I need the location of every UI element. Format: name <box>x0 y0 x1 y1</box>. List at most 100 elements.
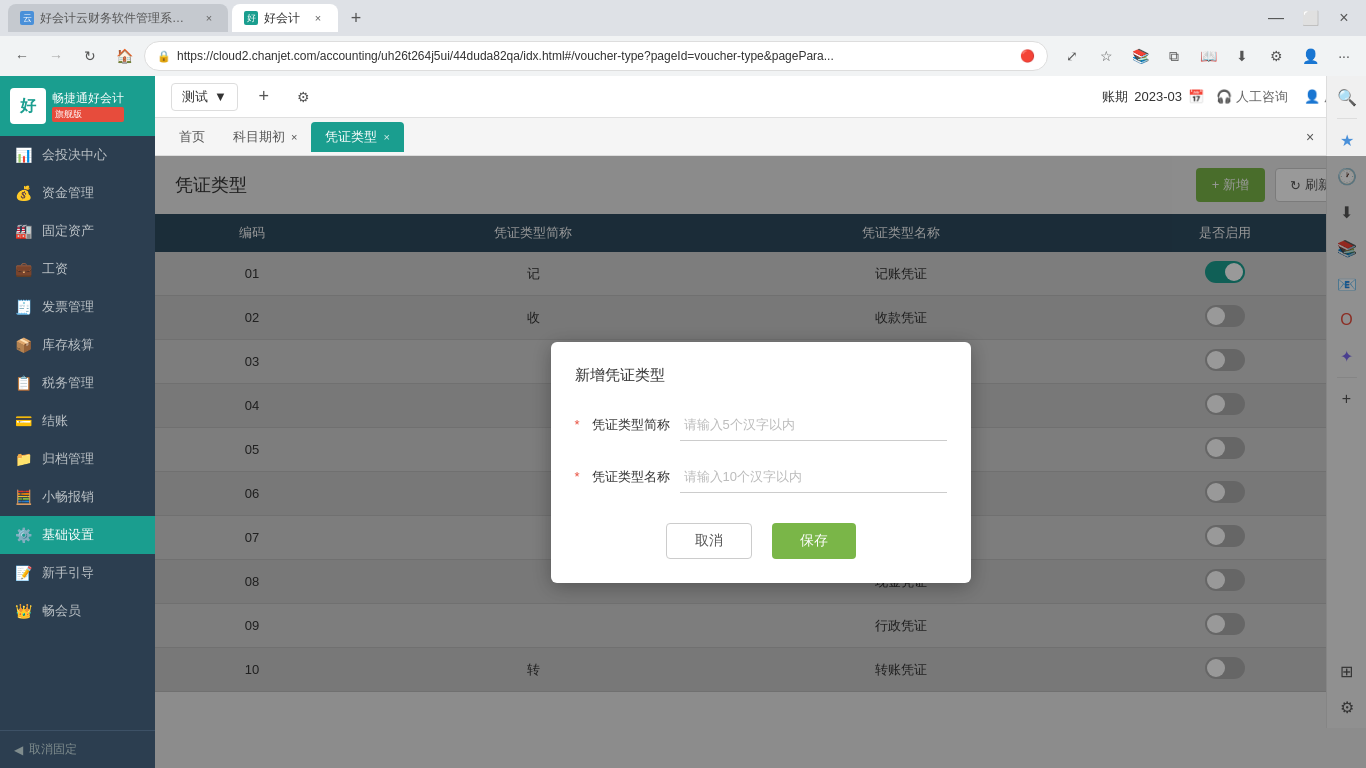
tab-subject[interactable]: 科目期初 × <box>219 122 311 152</box>
browser-controls: ← → ↻ 🏠 🔒 https://cloud2.chanjet.com/acc… <box>0 36 1366 76</box>
sidebar-item-dashboard[interactable]: 📊 会投决中心 <box>0 136 155 174</box>
collection-button[interactable]: 📚 <box>1126 42 1154 70</box>
forward-button[interactable]: → <box>42 42 70 70</box>
app-container: 好 畅捷通好会计 旗舰版 📊 会投决中心 💰 资金管理 🏭 固定资产 💼 工资 <box>0 76 1366 768</box>
tab-home-label: 首页 <box>179 128 205 146</box>
name-label: 凭证类型名称 <box>592 468 670 486</box>
headset-icon: 🎧 <box>1216 89 1232 104</box>
sidebar-item-member-label: 畅会员 <box>42 602 81 620</box>
main-content: 测试 ▼ + ⚙ 账期 2023-03 📅 🎧 人工咨询 👤 用友 <box>155 76 1366 768</box>
abbr-label: 凭证类型简称 <box>592 416 670 434</box>
tab1-close-icon[interactable]: × <box>202 10 216 26</box>
profile-button[interactable]: 👤 <box>1296 42 1324 70</box>
address-text: https://cloud2.chanjet.com/accounting/uh… <box>177 49 1014 63</box>
abbr-input[interactable] <box>680 409 947 441</box>
sidebar-item-payroll[interactable]: 💼 工资 <box>0 250 155 288</box>
panel-separator-1 <box>1337 118 1357 119</box>
tab-subject-label: 科目期初 <box>233 128 285 146</box>
new-voucher-type-dialog: 新增凭证类型 * 凭证类型简称 * 凭证类型名称 取消 保存 <box>551 342 971 583</box>
address-bar[interactable]: 🔒 https://cloud2.chanjet.com/accounting/… <box>144 41 1048 71</box>
tab-voucher-type[interactable]: 凭证类型 × <box>311 122 403 152</box>
sidebar-item-finance[interactable]: 💰 资金管理 <box>0 174 155 212</box>
read-view-button[interactable]: 📖 <box>1194 42 1222 70</box>
favorites-panel-icon[interactable]: ★ <box>1332 125 1362 155</box>
sidebar-item-finance-label: 资金管理 <box>42 184 94 202</box>
checkout-icon: 💳 <box>14 412 32 430</box>
finance-icon: 💰 <box>14 184 32 202</box>
tab-bar: 云 好会计云财务软件管理系统_会计 × 好 好会计 × + — ⬜ × <box>0 0 1366 36</box>
alert-icon: 🔴 <box>1020 49 1035 63</box>
logo-icon: 好 <box>10 88 46 124</box>
sidebar-item-checkout-label: 结账 <box>42 412 68 430</box>
sidebar-item-invoice[interactable]: 🧾 发票管理 <box>0 288 155 326</box>
sidebar-item-expense[interactable]: 🧮 小畅报销 <box>0 478 155 516</box>
inventory-icon: 📦 <box>14 336 32 354</box>
name-input[interactable] <box>680 461 947 493</box>
sidebar-item-checkout[interactable]: 💳 结账 <box>0 402 155 440</box>
invoice-icon: 🧾 <box>14 298 32 316</box>
sidebar-item-fixed-assets-label: 固定资产 <box>42 222 94 240</box>
settings-icon: ⚙️ <box>14 526 32 544</box>
sidebar-footer[interactable]: ◀ 取消固定 <box>0 730 155 768</box>
minimize-button[interactable]: — <box>1262 4 1290 32</box>
app-topbar: 测试 ▼ + ⚙ 账期 2023-03 📅 🎧 人工咨询 👤 用友 <box>155 76 1366 118</box>
sidebar-item-expense-label: 小畅报销 <box>42 488 94 506</box>
extensions-button[interactable]: ⤢ <box>1058 42 1086 70</box>
close-panel-button[interactable]: × <box>1296 123 1324 151</box>
sidebar-item-settings[interactable]: ⚙️ 基础设置 <box>0 516 155 554</box>
save-button[interactable]: 保存 <box>772 523 856 559</box>
dashboard-icon: 📊 <box>14 146 32 164</box>
dialog-overlay: 新增凭证类型 * 凭证类型简称 * 凭证类型名称 取消 保存 <box>155 156 1366 768</box>
period-label: 账期 <box>1102 88 1128 106</box>
archive-icon: 📁 <box>14 450 32 468</box>
consult-button[interactable]: 🎧 人工咨询 <box>1216 88 1288 106</box>
guide-icon: 📝 <box>14 564 32 582</box>
restore-button[interactable]: ⬜ <box>1296 4 1324 32</box>
favorites-button[interactable]: ☆ <box>1092 42 1120 70</box>
tab-home[interactable]: 首页 <box>165 122 219 152</box>
workspace-settings-button[interactable]: ⚙ <box>290 83 318 111</box>
sidebar-items: 📊 会投决中心 💰 资金管理 🏭 固定资产 💼 工资 🧾 发票管理 📦 <box>0 136 155 730</box>
new-tab-button[interactable]: + <box>342 4 370 32</box>
cancel-button[interactable]: 取消 <box>666 523 752 559</box>
tab-subject-close-icon[interactable]: × <box>291 131 297 143</box>
downloads-button[interactable]: ⬇ <box>1228 42 1256 70</box>
reload-button[interactable]: ↻ <box>76 42 104 70</box>
back-button[interactable]: ← <box>8 42 36 70</box>
workspace-selector[interactable]: 测试 ▼ <box>171 83 238 111</box>
sidebar-item-fixed-assets[interactable]: 🏭 固定资产 <box>0 212 155 250</box>
abbr-required-mark: * <box>575 417 580 432</box>
bing-search-icon[interactable]: 🔍 <box>1332 82 1362 112</box>
browser-tab-2[interactable]: 好 好会计 × <box>232 4 338 32</box>
settings-browser-button[interactable]: ⚙ <box>1262 42 1290 70</box>
more-button[interactable]: ··· <box>1330 42 1358 70</box>
split-view-button[interactable]: ⧉ <box>1160 42 1188 70</box>
add-workspace-button[interactable]: + <box>250 83 278 111</box>
name-required-mark: * <box>575 469 580 484</box>
sidebar-item-member[interactable]: 👑 畅会员 <box>0 592 155 630</box>
dialog-title: 新增凭证类型 <box>575 366 947 385</box>
tab-voucher-type-close-icon[interactable]: × <box>383 131 389 143</box>
home-button[interactable]: 🏠 <box>110 42 138 70</box>
browser-tab-1[interactable]: 云 好会计云财务软件管理系统_会计 × <box>8 4 228 32</box>
tab2-favicon: 好 <box>244 11 258 25</box>
window-close-button[interactable]: × <box>1330 4 1358 32</box>
sidebar-item-inventory[interactable]: 📦 库存核算 <box>0 326 155 364</box>
sidebar-item-guide[interactable]: 📝 新手引导 <box>0 554 155 592</box>
tab1-label: 好会计云财务软件管理系统_会计 <box>40 10 192 27</box>
sidebar-item-archive[interactable]: 📁 归档管理 <box>0 440 155 478</box>
tab2-label: 好会计 <box>264 10 300 27</box>
tab-nav: 首页 科目期初 × 凭证类型 × × ⬜ <box>155 118 1366 156</box>
consult-label: 人工咨询 <box>1236 88 1288 106</box>
lock-icon: 🔒 <box>157 50 171 63</box>
sidebar-item-dashboard-label: 会投决中心 <box>42 146 107 164</box>
unpin-label: 取消固定 <box>29 741 77 758</box>
tab2-close-icon[interactable]: × <box>310 10 326 26</box>
calendar-icon: 📅 <box>1188 89 1204 104</box>
sidebar-item-tax-label: 税务管理 <box>42 374 94 392</box>
page-content: 凭证类型 + 新增 ↻ 刷新 编码 凭证类型简称 凭证类型名称 <box>155 156 1366 768</box>
abbr-field: * 凭证类型简称 <box>575 409 947 441</box>
sidebar-item-guide-label: 新手引导 <box>42 564 94 582</box>
sidebar-item-tax[interactable]: 📋 税务管理 <box>0 364 155 402</box>
logo-badge: 旗舰版 <box>52 107 124 122</box>
